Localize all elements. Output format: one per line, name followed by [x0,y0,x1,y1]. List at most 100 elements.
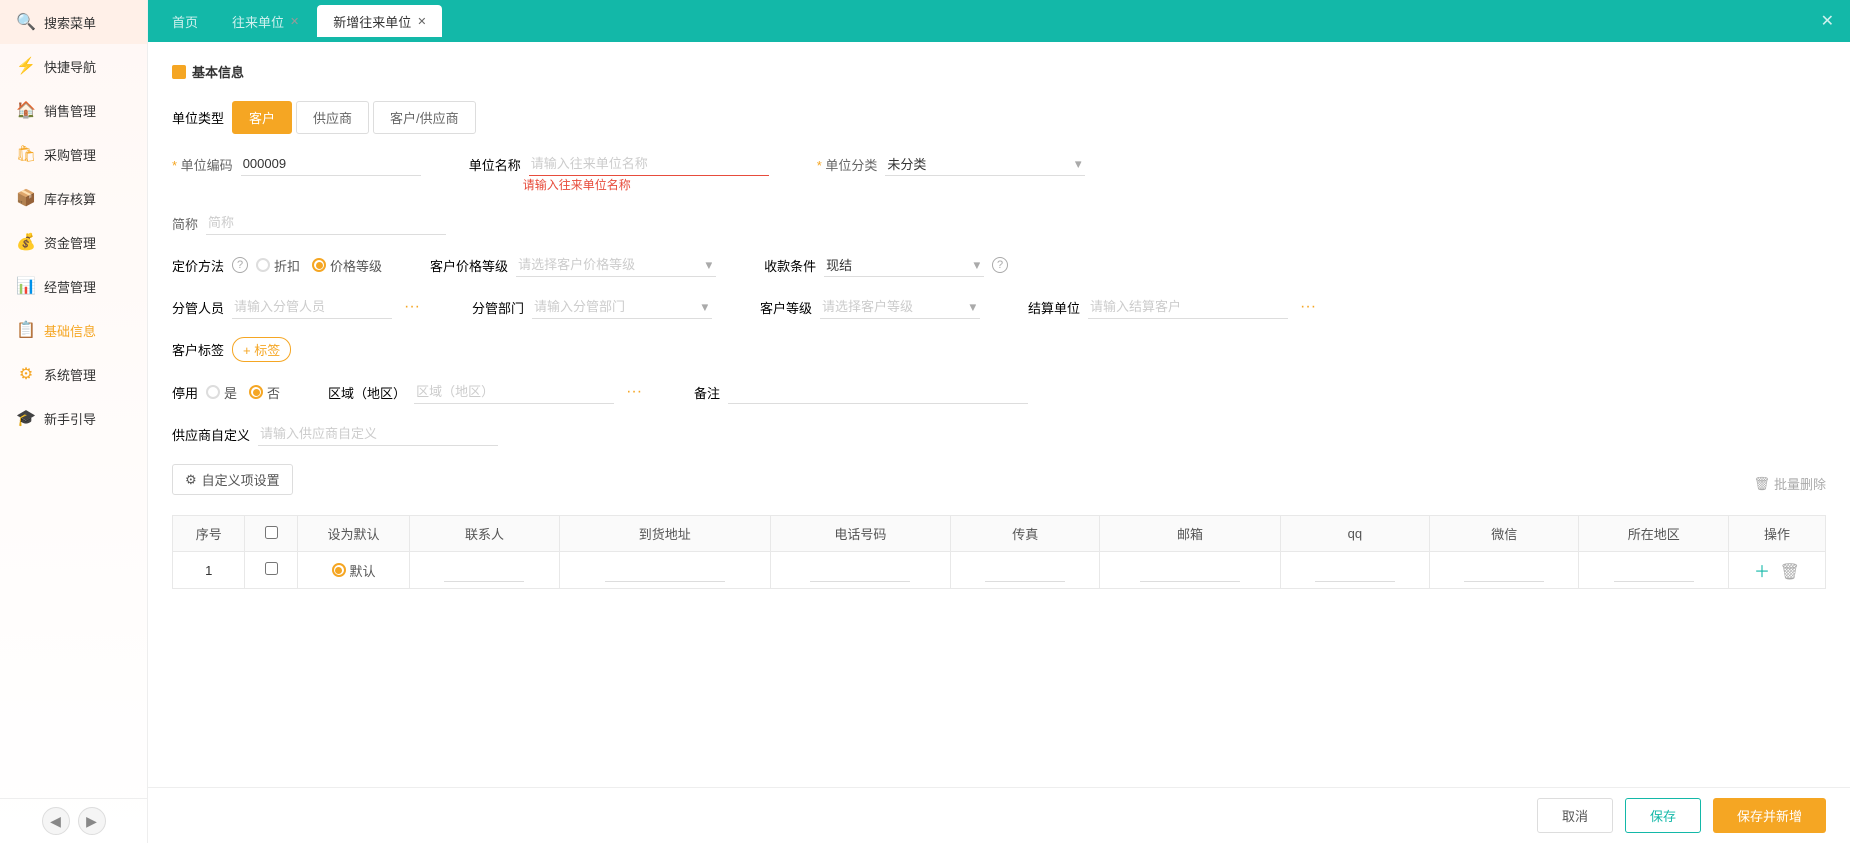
wechat-input[interactable] [1464,558,1544,582]
shortname-input[interactable] [206,211,446,235]
row-region-input[interactable] [1614,558,1694,582]
sidebar-item-search[interactable]: 🔍 搜索菜单 [0,0,147,44]
fax-input[interactable] [985,558,1065,582]
unit-name-input[interactable] [529,152,769,176]
unit-type-both[interactable]: 客户/供应商 [373,101,476,134]
unit-type-customer[interactable]: 客户 [232,101,292,134]
supplier-custom-input[interactable] [258,422,498,446]
pricing-radio-discount[interactable]: 折扣 [256,256,300,275]
dept-input[interactable] [532,295,712,319]
col-wechat: 微信 [1430,516,1579,552]
disabled-radio-group: 是 否 [206,383,280,402]
quicknav-icon: ⚡ [16,56,36,76]
cell-actions: ＋ 🗑 [1728,552,1825,589]
sidebar-expand-btn[interactable]: ▶ [78,807,106,835]
unit-category-input[interactable] [885,152,1085,176]
shortname-field: 简称 [172,211,446,235]
default-radio[interactable]: 默认 [306,561,401,580]
customer-tag-field: 客户标签 + 标签 [172,337,291,362]
customer-price-level-input[interactable] [516,253,716,277]
sidebar-item-operations[interactable]: 📊 经营管理 [0,264,147,308]
row-checkbox[interactable] [265,562,278,575]
payment-terms-input[interactable] [824,253,984,277]
tab-new-contact-close[interactable]: ✕ [417,15,426,28]
remarks-input[interactable] [728,380,1028,404]
disabled-field: 停用 是 否 [172,383,280,402]
main-area: 首页 往来单位 ✕ 新增往来单位 ✕ ✕ 基本信息 单位类型 客户 供应商 客 [148,0,1850,843]
region-input[interactable] [414,380,614,404]
sidebar-item-system[interactable]: ⚙ 系统管理 [0,352,147,396]
col-check [245,516,297,552]
tab-home[interactable]: 首页 [156,5,214,37]
col-email: 邮箱 [1100,516,1280,552]
sidebar-collapse-btn[interactable]: ◀ [42,807,70,835]
select-all-checkbox[interactable] [265,526,278,539]
sidebar-item-tutorial[interactable]: 🎓 新手引导 [0,396,147,440]
region-more-btn[interactable]: ··· [622,383,646,401]
tab-contacts[interactable]: 往来单位 ✕ [216,5,315,37]
settlement-input[interactable] [1088,295,1288,319]
contact-input[interactable] [444,558,524,582]
assignee-row: 分管人员 ··· 分管部门 ▾ 客户等级 ▾ [172,295,1826,319]
pricing-radio-level[interactable]: 价格等级 [312,256,382,275]
content-area: 基本信息 单位类型 客户 供应商 客户/供应商 单位编码 [148,42,1850,787]
shortname-label: 简称 [172,214,198,233]
batch-delete-btn[interactable]: 🗑 批量删除 [1753,474,1826,493]
department-label: 分管部门 [472,298,524,317]
cell-qq [1280,552,1429,589]
customer-level-input[interactable] [820,295,980,319]
supplier-custom-row: 供应商自定义 [172,422,1826,446]
unit-type-label: 单位类型 [172,108,224,127]
phone-input[interactable] [810,558,910,582]
tutorial-icon: 🎓 [16,408,36,428]
payment-terms-wrapper: ▾ [824,253,984,277]
code-name-category-row: 单位编码 单位名称 请输入往来单位名称 单位分类 ▾ [172,152,1826,193]
radio-yes-circle [206,385,220,399]
unit-code-input[interactable] [241,152,421,176]
save-new-button[interactable]: 保存并新增 [1713,798,1826,833]
disabled-radio-yes[interactable]: 是 [206,383,237,402]
col-phone: 电话号码 [770,516,950,552]
assignee-more-btn[interactable]: ··· [400,298,424,316]
sidebar-item-sales[interactable]: 🏠 销售管理 [0,88,147,132]
sidebar-item-quicknav[interactable]: ⚡ 快捷导航 [0,44,147,88]
add-tag-btn[interactable]: + 标签 [232,337,291,362]
delete-row-btn[interactable]: 🗑 [1780,564,1800,581]
radio-level-circle [312,258,326,272]
supplier-custom-label: 供应商自定义 [172,425,250,444]
disabled-row: 停用 是 否 区域（地区） ··· [172,380,1826,404]
qq-input[interactable] [1315,558,1395,582]
default-radio-circle [332,563,346,577]
tab-new-contact[interactable]: 新增往来单位 ✕ [317,5,442,37]
col-seq: 序号 [173,516,245,552]
add-row-btn[interactable]: ＋ [1754,564,1770,581]
custom-settings-btn[interactable]: ⚙ 自定义项设置 [172,464,293,495]
close-all-tabs[interactable]: ✕ [1813,7,1842,35]
disabled-radio-no[interactable]: 否 [249,383,280,402]
contacts-table: 序号 设为默认 联系人 到货地址 电话号码 传真 邮箱 qq 微信 所在地区 操… [172,515,1826,589]
customer-tag-label: 客户标签 [172,340,224,359]
cancel-button[interactable]: 取消 [1537,798,1613,833]
tab-contacts-close[interactable]: ✕ [290,15,299,28]
assignee-input[interactable] [232,295,392,319]
sidebar-item-basic[interactable]: 📋 基础信息 [0,308,147,352]
pricing-radio-group: 折扣 价格等级 [256,256,382,275]
address-input[interactable] [605,558,725,582]
sidebar-item-finance[interactable]: 💰 资金管理 [0,220,147,264]
pricing-help-icon[interactable]: ? [232,257,248,273]
sidebar-bottom: ◀ ▶ [0,798,147,843]
sidebar-item-inventory[interactable]: 📦 库存核算 [0,176,147,220]
cell-fax [950,552,1099,589]
col-fax: 传真 [950,516,1099,552]
unit-type-supplier[interactable]: 供应商 [296,101,369,134]
sidebar-item-purchase[interactable]: 🛍 采购管理 [0,132,147,176]
col-default: 设为默认 [297,516,409,552]
email-input[interactable] [1140,558,1240,582]
payment-help-icon[interactable]: ? [992,257,1008,273]
customer-price-level-wrapper: ▾ [516,253,716,277]
save-button[interactable]: 保存 [1625,798,1701,833]
radio-no-circle [249,385,263,399]
cell-region [1579,552,1728,589]
gear-icon: ⚙ [185,472,197,488]
settlement-more-btn[interactable]: ··· [1296,298,1320,316]
